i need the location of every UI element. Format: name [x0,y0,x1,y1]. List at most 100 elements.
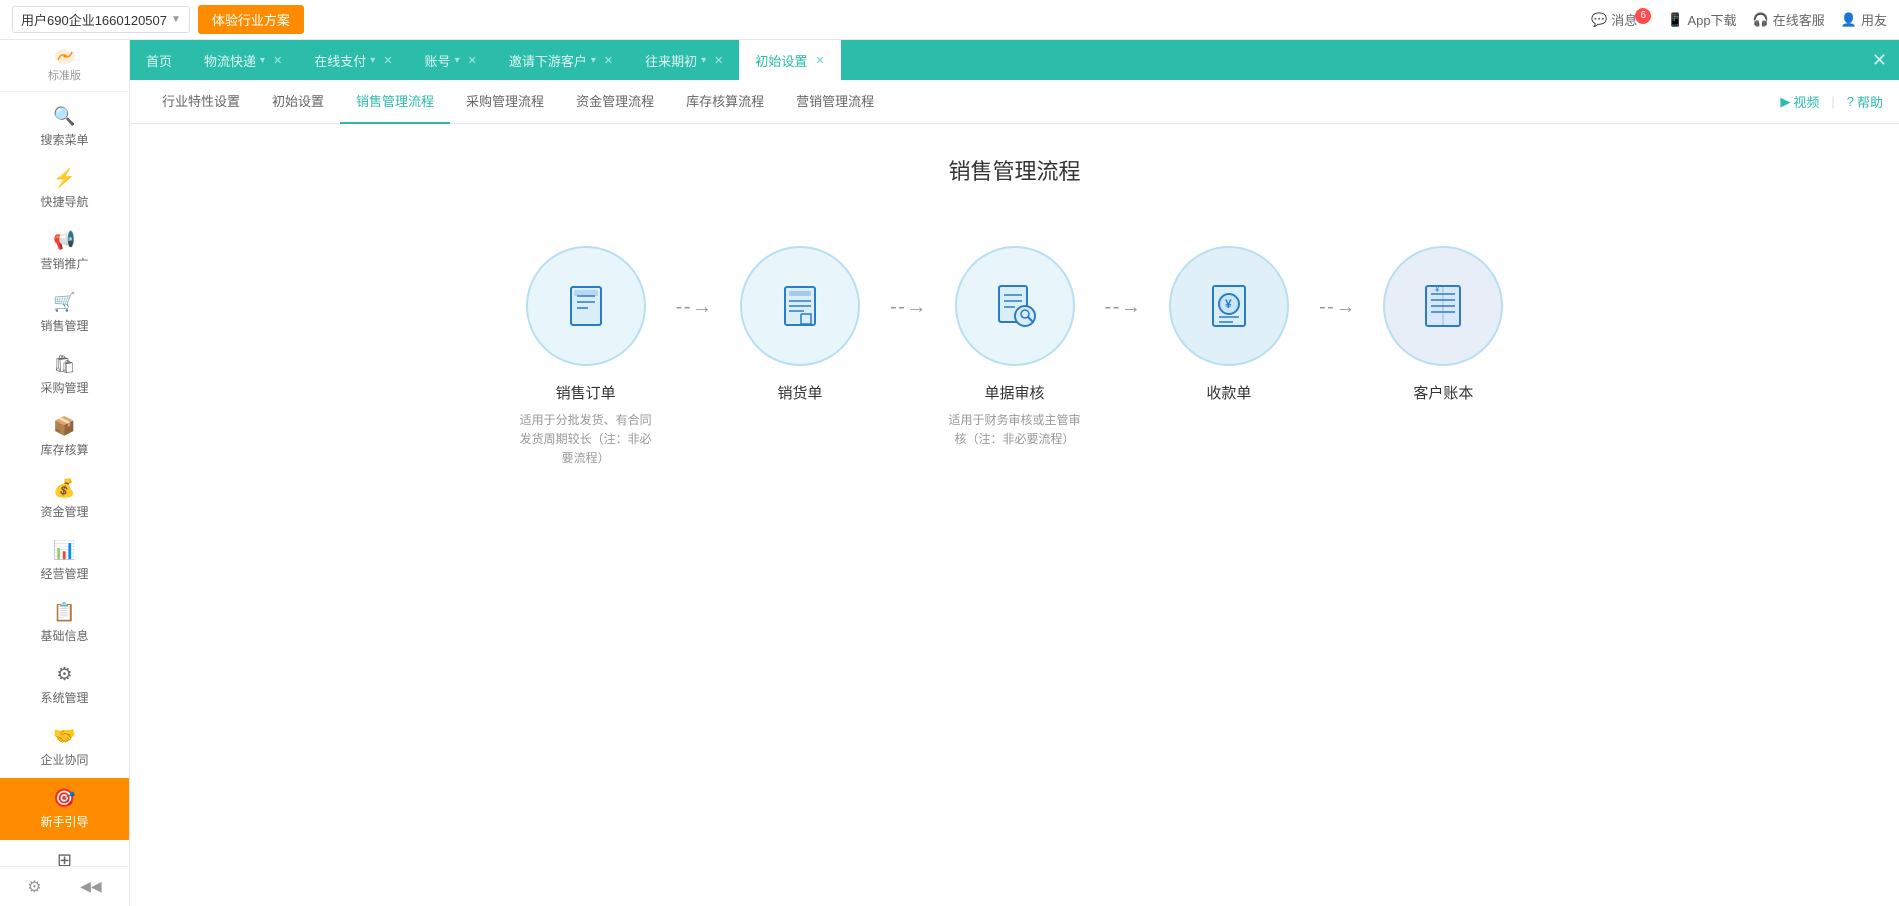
target-icon: 🎯 [53,788,75,809]
flow-desc-doc-review: 适用于财务审核或主管审核（注：非必要流程） [945,411,1085,449]
flow-circle-customer-ledger[interactable]: ¥ [1383,246,1503,366]
sidebar-menu: 🔍 搜索菜单 ⚡ 快捷导航 📢 营销推广 🛒 销售管理 🛍 采购管理 📦 [0,92,129,866]
sub-tab-purchase-flow[interactable]: 采购管理流程 [450,80,560,124]
help-item[interactable]: ? 帮助 [1847,92,1883,111]
user-selector[interactable]: 用户690企业1660120507 ▼ [12,6,190,33]
payment-arrow: ▾ [370,55,375,66]
sidebar-item-search[interactable]: 🔍 搜索菜单 [0,96,129,158]
flow-label-sales-order: 销售订单 [556,382,616,403]
sidebar-item-finance[interactable]: 💰 资金管理 [0,468,129,530]
content-area: 首页 物流快递 ▾ ✕ 在线支付 ▾ ✕ 账号 ▾ ✕ 邀请下游客户 ▾ ✕ [130,40,1899,906]
nav-close-all[interactable]: ✕ [1872,40,1899,80]
message-item[interactable]: 💬 消息 6 [1591,10,1651,29]
top-bar-left: 用户690企业1660120507 ▼ 体验行业方案 [12,5,304,34]
sidebar-item-purchase[interactable]: 🛍 采购管理 [0,344,129,406]
sidebar-label-quicknav: 快捷导航 [40,193,88,210]
flow-circle-sales-invoice[interactable] [740,246,860,366]
flow-circle-doc-review[interactable] [955,246,1075,366]
online-service-item[interactable]: 🎧 在线客服 [1753,10,1825,29]
video-help-item[interactable]: ▶ 视频 [1780,92,1819,111]
flow-item-receipt: ¥ 收款单 [1139,246,1319,411]
sub-tabs: 行业特性设置 初始设置 销售管理流程 采购管理流程 资金管理流程 库存核算流程 … [130,80,1899,124]
logistics-arrow: ▾ [260,55,265,66]
period-arrow: ▾ [701,55,706,66]
sub-tab-finance-flow[interactable]: 资金管理流程 [560,80,670,124]
nav-tab-payment-label: 在线支付 [314,51,366,70]
flow-item-doc-review: 单据审核 适用于财务审核或主管审核（注：非必要流程） [925,246,1105,449]
help-label: 帮助 [1857,92,1883,111]
period-close[interactable]: ✕ [714,54,723,67]
sidebar-item-operation[interactable]: 📊 经营管理 [0,530,129,592]
sidebar-item-appcenter[interactable]: ⊞ 应用中心 [0,840,129,866]
money-icon: 💰 [53,478,75,499]
flow-label-receipt: 收款单 [1206,382,1251,403]
user-avatar-item[interactable]: 👤 用友 [1841,10,1887,29]
arrow-2-symbol: - - → [890,296,924,319]
invite-close[interactable]: ✕ [604,54,613,67]
clipboard-icon: 📋 [53,602,75,623]
nav-tab-payment[interactable]: 在线支付 ▾ ✕ [298,40,408,80]
arrow-4: - - → [1319,246,1353,319]
nav-tab-account-label: 账号 [425,51,451,70]
avatar-icon: 👤 [1841,12,1857,28]
payment-close[interactable]: ✕ [383,54,392,67]
initset-close[interactable]: ✕ [815,54,824,67]
sidebar-item-system[interactable]: ⚙ 系统管理 [0,654,129,716]
account-arrow: ▾ [455,55,460,66]
sidebar-label-newguide: 新手引导 [40,813,88,830]
customer-ledger-icon: ¥ [1417,280,1469,332]
nav-tab-account[interactable]: 账号 ▾ ✕ [409,40,493,80]
cart-icon: 🛒 [53,292,75,313]
account-close[interactable]: ✕ [468,54,477,67]
trial-button[interactable]: 体验行业方案 [198,5,304,34]
sidebar-label-collab: 企业协同 [40,751,88,768]
headset-icon: 🎧 [1753,12,1769,28]
sub-tab-initial[interactable]: 初始设置 [256,80,340,124]
user-label: 用户690企业1660120507 [21,10,167,29]
chart-icon: 📊 [53,540,75,561]
arrow-1-symbol: - - → [676,296,710,319]
nav-tab-initset[interactable]: 初始设置 ✕ [739,40,840,80]
sub-tab-inventory-flow-label: 库存核算流程 [686,91,764,110]
sub-tab-marketing-flow-label: 营销管理流程 [796,91,874,110]
sidebar-label-marketing: 营销推广 [40,255,88,272]
sidebar-item-quicknav[interactable]: ⚡ 快捷导航 [0,158,129,220]
logistics-close[interactable]: ✕ [273,54,282,67]
app-download-item[interactable]: 📱 App下载 [1667,10,1736,29]
sub-tab-industry-label: 行业特性设置 [162,91,240,110]
collapse-icon[interactable]: ◀◀ [80,878,102,895]
sub-tab-purchase-flow-label: 采购管理流程 [466,91,544,110]
lightning-icon: ⚡ [53,168,75,189]
megaphone-icon: 📢 [53,230,75,251]
flow-label-customer-ledger: 客户账本 [1413,382,1473,403]
receipt-icon: ¥ [1203,280,1255,332]
top-bar-right: 💬 消息 6 📱 App下载 🎧 在线客服 👤 用友 [1591,10,1887,29]
sidebar-item-newguide[interactable]: 🎯 新手引导 [0,778,129,840]
sidebar-label-operation: 经营管理 [40,565,88,582]
sidebar-item-basic[interactable]: 📋 基础信息 [0,592,129,654]
flow-item-sales-invoice: 销货单 [710,246,890,411]
settings-bottom-icon[interactable]: ⚙ [27,877,41,897]
sidebar-item-sales[interactable]: 🛒 销售管理 [0,282,129,344]
flow-diagram: 销售订单 适用于分批发货、有合同发货周期较长（注：非必要流程） - - → [170,246,1859,469]
flow-circle-receipt[interactable]: ¥ [1169,246,1289,366]
nav-tab-home[interactable]: 首页 [130,40,188,80]
nav-tab-logistics[interactable]: 物流快递 ▾ ✕ [188,40,298,80]
sidebar-label-system: 系统管理 [40,689,88,706]
flow-circle-sales-order[interactable] [526,246,646,366]
sub-tab-industry[interactable]: 行业特性设置 [146,80,256,124]
flow-label-doc-review: 单据审核 [984,382,1044,403]
sidebar-item-marketing[interactable]: 📢 营销推广 [0,220,129,282]
sub-tab-marketing-flow[interactable]: 营销管理流程 [780,80,890,124]
nav-tab-initset-label: 初始设置 [755,51,807,70]
nav-tab-invite[interactable]: 邀请下游客户 ▾ ✕ [493,40,629,80]
nav-tab-invite-label: 邀请下游客户 [509,51,587,70]
sub-tab-sales-flow[interactable]: 销售管理流程 [340,80,450,124]
arrow-3-symbol: - - → [1105,296,1139,319]
sidebar-item-inventory[interactable]: 📦 库存核算 [0,406,129,468]
logo: 标准版 [0,40,129,92]
message-label: 消息 [1611,10,1637,29]
sub-tab-inventory-flow[interactable]: 库存核算流程 [670,80,780,124]
sidebar-item-collab[interactable]: 🤝 企业协同 [0,716,129,778]
nav-tab-period[interactable]: 往来期初 ▾ ✕ [629,40,739,80]
